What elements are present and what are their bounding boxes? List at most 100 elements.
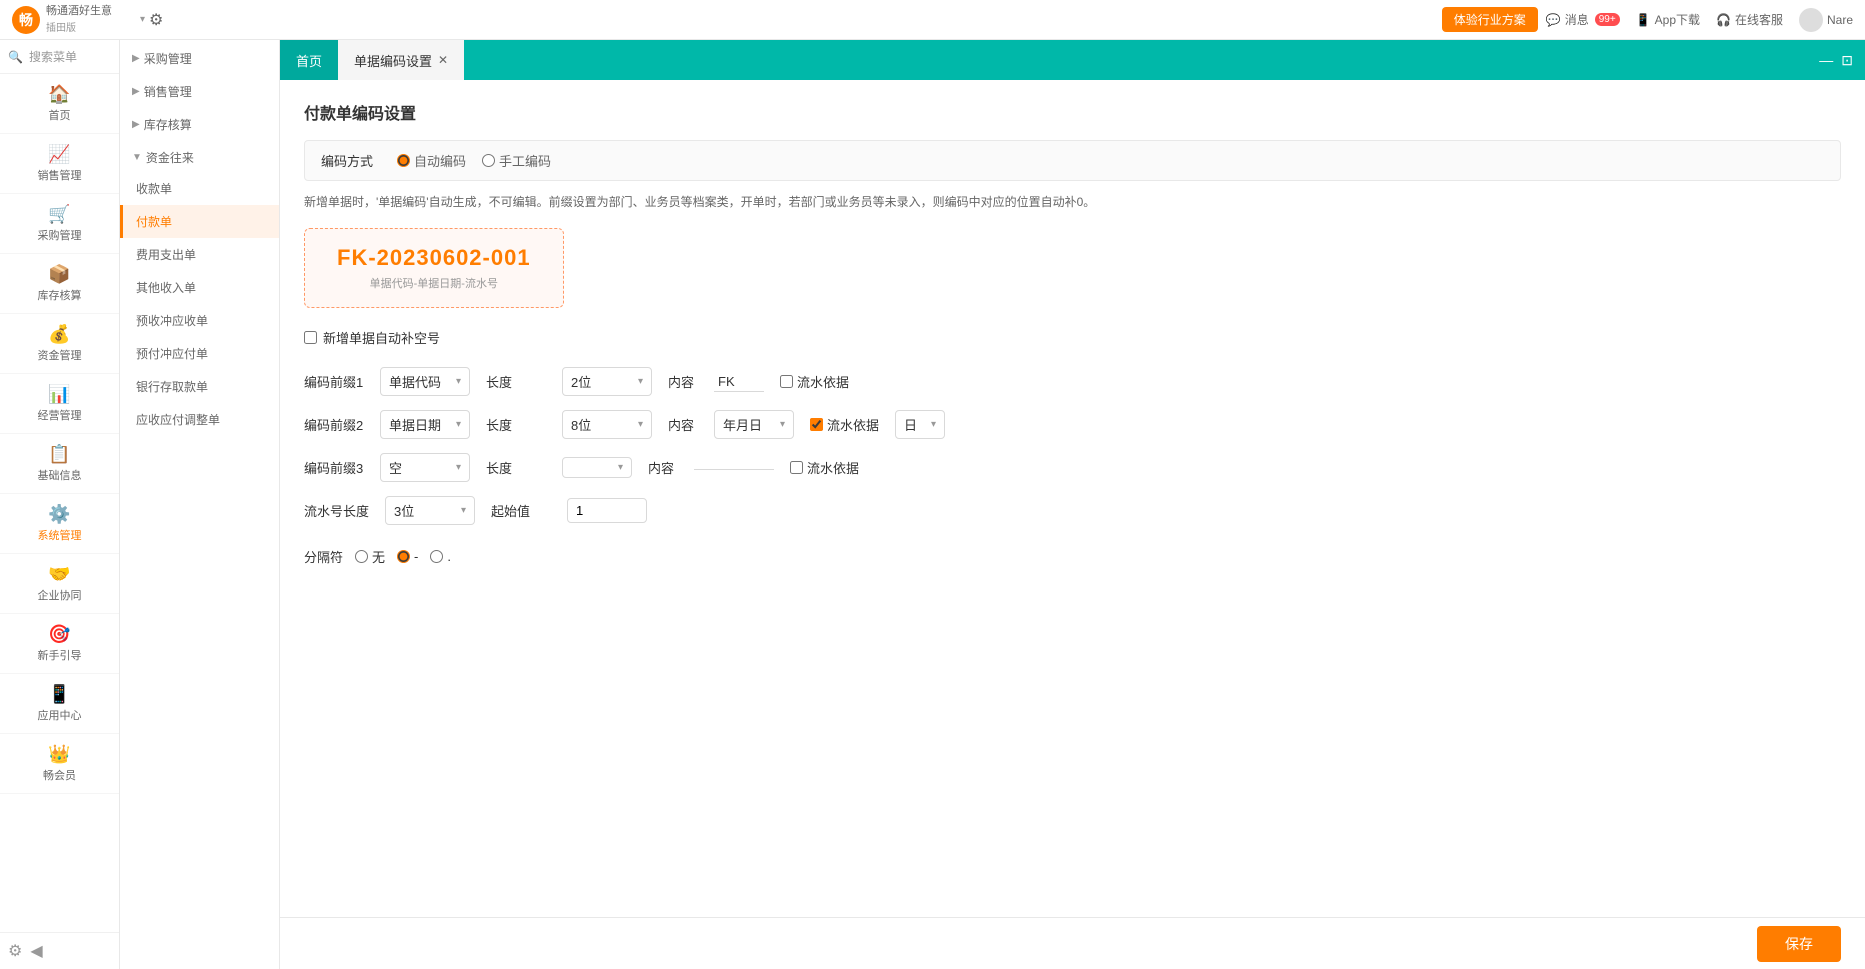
manual-code-option[interactable]: 手工编码 bbox=[482, 151, 551, 170]
length2-select[interactable]: 8位 ▾ bbox=[562, 410, 652, 439]
prefix2-row: 编码前缀2 单据日期 ▾ 长度 8位 ▾ 内容 年月日 bbox=[304, 410, 1841, 439]
prefix3-row: 编码前缀3 空 ▾ 长度 ▾ 内容 bbox=[304, 453, 1841, 482]
sep-hyphen-radio[interactable] bbox=[397, 550, 410, 563]
second-sidebar: ▶ 采购管理 ▶ 销售管理 ▶ 库存核算 ▼ 资金往来 收款单 付款单 费用支出… bbox=[120, 40, 280, 969]
menu-item-advance-pay[interactable]: 预付冲应付单 bbox=[120, 337, 279, 370]
bottom-settings-icon[interactable]: ⚙ bbox=[8, 941, 22, 961]
tab-home[interactable]: 首页 bbox=[280, 40, 338, 80]
code-example: FK-20230602-001 bbox=[337, 245, 531, 271]
group-header-capital[interactable]: ▼ 资金往来 bbox=[120, 139, 279, 172]
sidebar-item-purchase[interactable]: 🛒 采购管理 bbox=[0, 194, 119, 254]
auto-code-option[interactable]: 自动编码 bbox=[397, 151, 466, 170]
start-value-input[interactable] bbox=[567, 498, 647, 523]
sidebar-item-operation[interactable]: 📊 经营管理 bbox=[0, 374, 119, 434]
save-button[interactable]: 保存 bbox=[1757, 926, 1841, 962]
menu-item-payment[interactable]: 付款单 bbox=[120, 205, 279, 238]
stream3-label: 流水依据 bbox=[807, 458, 859, 477]
auto-fill-checkbox[interactable] bbox=[304, 331, 317, 344]
user-area[interactable]: Nare bbox=[1799, 8, 1853, 32]
menu-item-other-income[interactable]: 其他收入单 bbox=[120, 271, 279, 304]
auto-fill-row: 新增单据自动补空号 bbox=[304, 328, 1841, 347]
page-body: 付款单编码设置 编码方式 自动编码 手工编码 bbox=[280, 80, 1865, 917]
member-icon: 👑 bbox=[48, 744, 70, 765]
main-content: 首页 单据编码设置 ✕ — ⊡ 付款单编码设置 编码方式 bbox=[280, 40, 1865, 969]
sidebar-item-newguide[interactable]: 🎯 新手引导 bbox=[0, 614, 119, 674]
tab-close-icon[interactable]: ✕ bbox=[438, 53, 448, 67]
tab-code-settings[interactable]: 单据编码设置 ✕ bbox=[338, 40, 464, 80]
menu-item-expense[interactable]: 费用支出单 bbox=[120, 238, 279, 271]
dropdown-icon[interactable]: ▾ bbox=[140, 14, 145, 25]
sidebar-item-system[interactable]: ⚙️ 系统管理 bbox=[0, 494, 119, 554]
breadcrumb-area: ▾ ⚙ bbox=[140, 10, 1434, 30]
encoding-method-label: 编码方式 bbox=[321, 151, 381, 170]
prefix2-select[interactable]: 单据日期 ▾ bbox=[380, 410, 470, 439]
left-sidebar: 🔍 搜索菜单 🏠 首页 📈 销售管理 🛒 采购管理 📦 库存核算 💰 资金管理 … bbox=[0, 40, 120, 969]
home-icon: 🏠 bbox=[48, 84, 70, 105]
separator-label: 分隔符 bbox=[304, 547, 343, 566]
minimize-icon[interactable]: — bbox=[1819, 52, 1833, 68]
stream2-unit-select[interactable]: 日 ▾ bbox=[895, 410, 945, 439]
separator-row: 分隔符 无 - . bbox=[304, 547, 1841, 566]
settings-icon[interactable]: ⚙ bbox=[149, 10, 163, 30]
stream2-checkbox-group: 流水依据 bbox=[810, 415, 879, 434]
menu-item-advance-receive[interactable]: 预收冲应收单 bbox=[120, 304, 279, 337]
menu-item-receipt[interactable]: 收款单 bbox=[120, 172, 279, 205]
capital-arrow-icon: ▼ bbox=[132, 152, 142, 163]
logo-icon: 畅 bbox=[12, 6, 40, 34]
menu-item-bank[interactable]: 银行存取款单 bbox=[120, 370, 279, 403]
length1-label: 长度 bbox=[486, 372, 546, 391]
prefix3-select[interactable]: 空 ▾ bbox=[380, 453, 470, 482]
content-area: 付款单编码设置 编码方式 自动编码 手工编码 bbox=[280, 80, 1865, 917]
sep-none-radio[interactable] bbox=[355, 550, 368, 563]
maximize-icon[interactable]: ⊡ bbox=[1841, 52, 1853, 69]
stream2-checkbox[interactable] bbox=[810, 418, 823, 431]
collapse-icon[interactable]: ◀ bbox=[30, 941, 42, 961]
search-icon: 🔍 bbox=[8, 50, 23, 64]
length3-select[interactable]: ▾ bbox=[562, 457, 632, 478]
inventory-icon: 📦 bbox=[48, 264, 70, 285]
sales-icon: 📈 bbox=[48, 144, 70, 165]
start-value-label: 起始值 bbox=[491, 501, 551, 520]
content2-label: 内容 bbox=[668, 415, 698, 434]
online-service-action[interactable]: 🎧 在线客服 bbox=[1716, 11, 1783, 28]
content2-select[interactable]: 年月日 ▾ bbox=[714, 410, 794, 439]
auto-code-radio[interactable] bbox=[397, 154, 410, 167]
sidebar-item-sales[interactable]: 📈 销售管理 bbox=[0, 134, 119, 194]
sidebar-item-member[interactable]: 👑 畅会员 bbox=[0, 734, 119, 794]
stream3-checkbox-group: 流水依据 bbox=[790, 458, 859, 477]
prefix3-arrow-icon: ▾ bbox=[456, 462, 461, 473]
length3-arrow-icon: ▾ bbox=[618, 462, 623, 473]
app-download-action[interactable]: 📱 App下载 bbox=[1636, 11, 1700, 28]
group-header-inventory[interactable]: ▶ 库存核算 bbox=[120, 106, 279, 139]
sidebar-item-finance[interactable]: 💰 资金管理 bbox=[0, 314, 119, 374]
sep-dot-radio[interactable] bbox=[430, 550, 443, 563]
prefix1-select[interactable]: 单据代码 ▾ bbox=[380, 367, 470, 396]
length2-arrow-icon: ▾ bbox=[638, 419, 643, 430]
code-preview-box: FK-20230602-001 单据代码-单据日期-流水号 bbox=[304, 228, 564, 308]
stream1-checkbox[interactable] bbox=[780, 375, 793, 388]
stream3-checkbox[interactable] bbox=[790, 461, 803, 474]
sidebar-item-inventory[interactable]: 📦 库存核算 bbox=[0, 254, 119, 314]
sidebar-item-home[interactable]: 🏠 首页 bbox=[0, 74, 119, 134]
sidebar-item-appstore[interactable]: 📱 应用中心 bbox=[0, 674, 119, 734]
stream1-checkbox-group: 流水依据 bbox=[780, 372, 849, 391]
serial-length-select[interactable]: 3位 ▾ bbox=[385, 496, 475, 525]
group-header-sales[interactable]: ▶ 销售管理 bbox=[120, 73, 279, 106]
menu-item-adjustment[interactable]: 应收应付调整单 bbox=[120, 403, 279, 436]
sidebar-item-enterprise[interactable]: 🤝 企业协同 bbox=[0, 554, 119, 614]
trial-button[interactable]: 体验行业方案 bbox=[1442, 7, 1538, 32]
message-action[interactable]: 💬 消息 99+ bbox=[1546, 11, 1620, 28]
sidebar-search[interactable]: 🔍 搜索菜单 bbox=[0, 40, 119, 74]
content1-value: FK bbox=[714, 372, 764, 392]
manual-code-radio[interactable] bbox=[482, 154, 495, 167]
sep-dot-option[interactable]: . bbox=[430, 549, 451, 564]
separator-radio-group: 无 - . bbox=[355, 547, 451, 566]
sep-hyphen-option[interactable]: - bbox=[397, 549, 418, 564]
encoding-method-row: 编码方式 自动编码 手工编码 bbox=[304, 140, 1841, 181]
sep-none-option[interactable]: 无 bbox=[355, 547, 385, 566]
group-header-purchase[interactable]: ▶ 采购管理 bbox=[120, 40, 279, 73]
length1-select[interactable]: 2位 ▾ bbox=[562, 367, 652, 396]
inventory-arrow-icon: ▶ bbox=[132, 119, 140, 130]
content1-label: 内容 bbox=[668, 372, 698, 391]
sidebar-item-basic[interactable]: 📋 基础信息 bbox=[0, 434, 119, 494]
